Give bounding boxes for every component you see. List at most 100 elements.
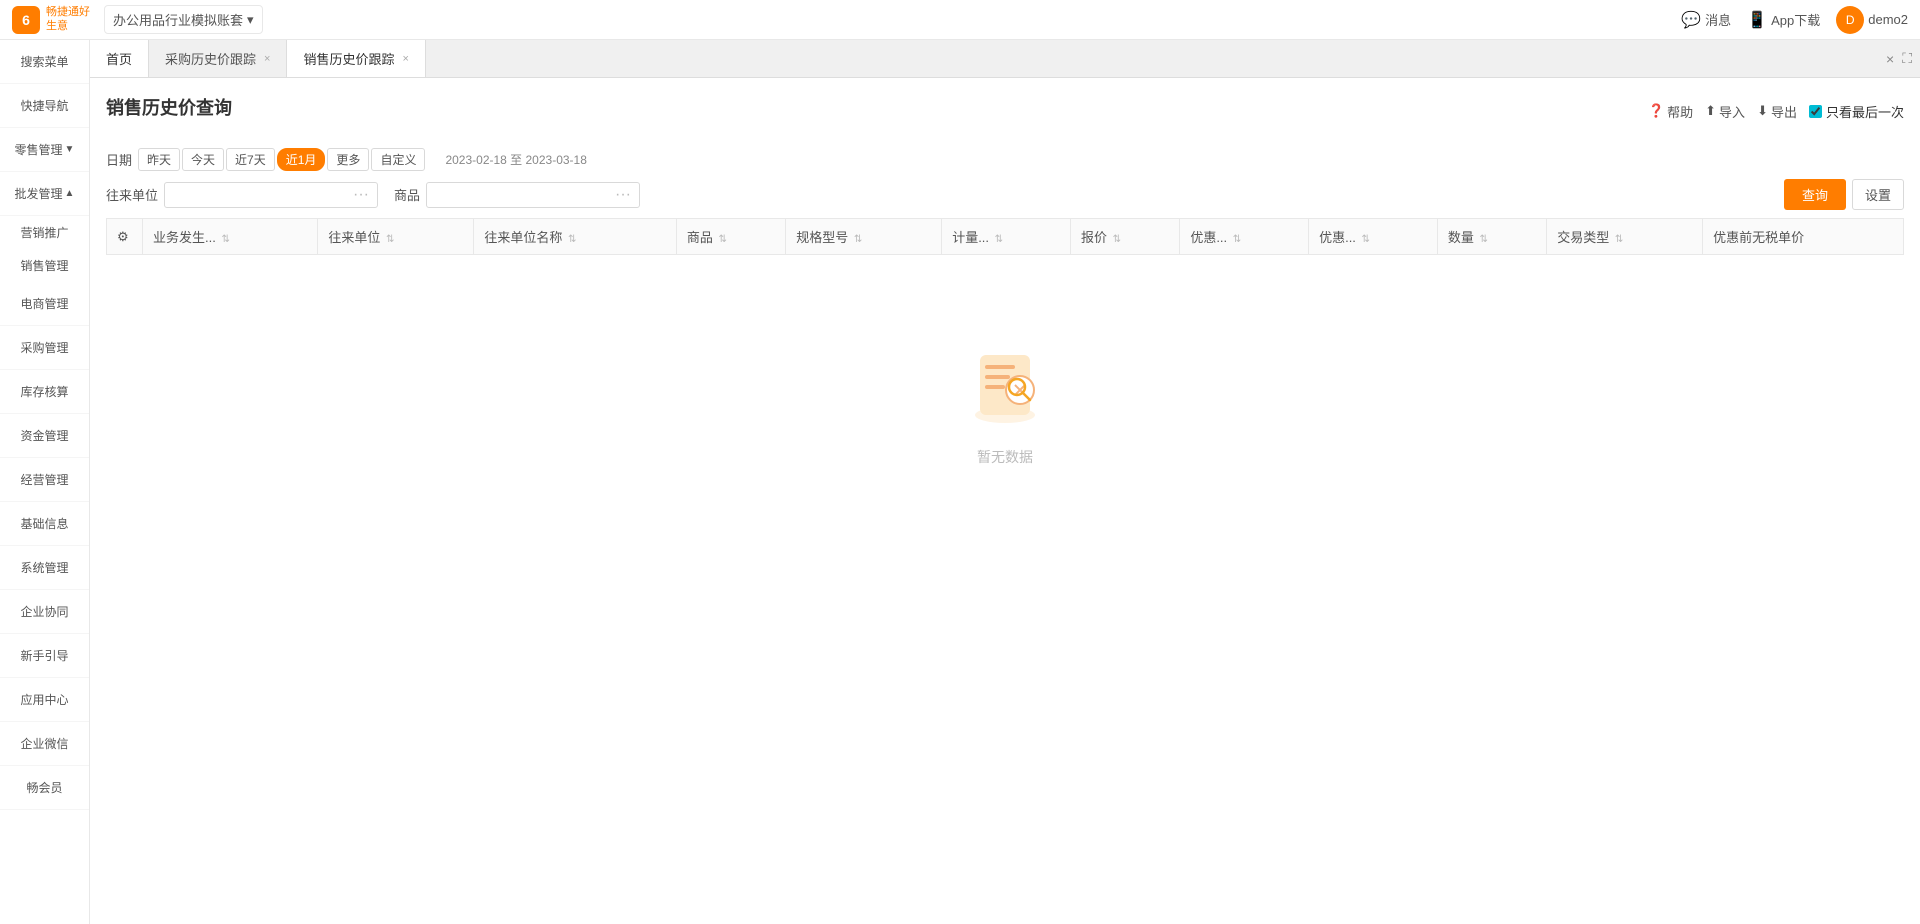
page-content: 销售历史价查询 ❓ 帮助 ⬆ 导入 ⬇ 导出 (90, 78, 1920, 924)
col-unit[interactable]: 计量... ⇅ (942, 219, 1071, 255)
top-action-bar: ❓ 帮助 ⬆ 导入 ⬇ 导出 只看最后一次 (1648, 102, 1904, 121)
col-product[interactable]: 商品 ⇅ (676, 219, 785, 255)
sidebar-item-label: 应用中心 (20, 691, 68, 708)
col-quote[interactable]: 报价 ⇅ (1070, 219, 1179, 255)
page-title: 销售历史价查询 (106, 94, 232, 120)
sidebar-item-retail-mgmt[interactable]: 零售管理 ▼ (0, 128, 89, 172)
sidebar-item-sales-mgmt[interactable]: 销售管理 (0, 249, 89, 282)
sidebar-item-basic-info[interactable]: 基础信息 (0, 502, 89, 546)
sidebar-item-wholesale-mgmt[interactable]: 批发管理 ▲ (0, 172, 89, 216)
tab-bar: 首页 采购历史价跟踪 × 销售历史价跟踪 × × ⛶ (90, 40, 1920, 78)
table-settings-col[interactable]: ⚙ (107, 219, 143, 255)
help-button[interactable]: ❓ 帮助 (1648, 102, 1693, 121)
date-btn-last1m[interactable]: 近1月 (277, 148, 326, 171)
sidebar-item-search-menu[interactable]: 搜索菜单 (0, 40, 89, 84)
date-btn-custom[interactable]: 自定义 (371, 148, 425, 171)
date-btn-yesterday[interactable]: 昨天 (138, 148, 180, 171)
import-icon: ⬆ (1705, 103, 1716, 119)
col-spec[interactable]: 规格型号 ⇅ (786, 219, 942, 255)
avatar: D (1836, 6, 1864, 34)
date-btn-today[interactable]: 今天 (182, 148, 224, 171)
col-quantity[interactable]: 数量 ⇅ (1437, 219, 1546, 255)
user-name: demo2 (1868, 12, 1908, 27)
tab-maximize-button[interactable]: ⛶ (1902, 50, 1912, 67)
product-label: 商品 (394, 185, 420, 204)
filter-bar: 日期 昨天 今天 近7天 近1月 更多 自定义 2023-02-18 至 202… (106, 148, 1904, 171)
empty-text: 暂无数据 (977, 447, 1033, 467)
dropdown-icon: ▾ (247, 12, 254, 28)
tab-sales-history-close[interactable]: × (402, 53, 408, 65)
sidebar-item-purchase-mgmt[interactable]: 采购管理 (0, 326, 89, 370)
top-header: 6 畅捷通好生意 办公用品行业模拟账套 ▾ 💬 消息 📱 App下载 D dem… (0, 0, 1920, 40)
tab-sales-history[interactable]: 销售历史价跟踪 × (287, 40, 425, 77)
col-customer-name[interactable]: 往来单位名称 ⇅ (474, 219, 677, 255)
only-last-checkbox-wrap[interactable]: 只看最后一次 (1809, 102, 1904, 121)
sidebar-item-marketing[interactable]: 营销推广 (0, 216, 89, 249)
sidebar-item-system-mgmt[interactable]: 系统管理 (0, 546, 89, 590)
header-right: 💬 消息 📱 App下载 D demo2 (1681, 6, 1908, 34)
app-download-action[interactable]: 📱 App下载 (1747, 10, 1820, 30)
customer-input[interactable] (173, 187, 349, 202)
sidebar-item-ops-mgmt[interactable]: 经营管理 (0, 458, 89, 502)
product-filter-group: 商品 ··· (394, 182, 640, 208)
sidebar-item-enterprise-collab[interactable]: 企业协同 (0, 590, 89, 634)
tab-home[interactable]: 首页 (90, 40, 149, 77)
import-label: 导入 (1719, 102, 1745, 121)
product-selector[interactable]: 办公用品行业模拟账套 ▾ (104, 5, 263, 34)
user-action[interactable]: D demo2 (1836, 6, 1908, 34)
sidebar-item-app-center[interactable]: 应用中心 (0, 678, 89, 722)
message-action[interactable]: 💬 消息 (1681, 10, 1731, 30)
date-label: 日期 (106, 150, 132, 169)
col-discount2[interactable]: 优惠... ⇅ (1309, 219, 1438, 255)
message-icon: 💬 (1681, 10, 1701, 30)
col-discount1[interactable]: 优惠... ⇅ (1180, 219, 1309, 255)
sidebar-item-label: 基础信息 (20, 515, 68, 532)
tab-purchase-history[interactable]: 采购历史价跟踪 × (149, 40, 287, 77)
filter-bar-2: 往来单位 ··· 商品 ··· 查询 设置 (106, 179, 1904, 210)
import-button[interactable]: ⬆ 导入 (1705, 102, 1745, 121)
sidebar-item-label: 营销推广 (20, 226, 68, 240)
col-trade-type[interactable]: 交易类型 ⇅ (1547, 219, 1703, 255)
query-button[interactable]: 查询 (1784, 179, 1846, 210)
settings-button[interactable]: 设置 (1852, 179, 1904, 210)
sidebar-item-inventory[interactable]: 库存核算 (0, 370, 89, 414)
date-btn-last7[interactable]: 近7天 (226, 148, 275, 171)
date-btn-more[interactable]: 更多 (327, 148, 369, 171)
table-header-row: ⚙ 业务发生... ⇅ 往来单位 ⇅ 往来单位名称 ⇅ 商品 ⇅ 规格型号 ⇅ … (107, 219, 1904, 255)
col-customer-code[interactable]: 往来单位 ⇅ (318, 219, 474, 255)
header-left: 6 畅捷通好生意 办公用品行业模拟账套 ▾ (12, 5, 263, 34)
tab-close-all-button[interactable]: × (1886, 51, 1894, 67)
customer-input-dots[interactable]: ··· (353, 186, 369, 204)
customer-input-wrap: ··· (164, 182, 378, 208)
date-filter-group: 日期 昨天 今天 近7天 近1月 更多 自定义 (106, 148, 425, 171)
sidebar-item-label: 畅会员 (26, 779, 62, 796)
date-options: 昨天 今天 近7天 近1月 更多 自定义 (138, 148, 425, 171)
col-pre-tax-price[interactable]: 优惠前无税单价 (1703, 219, 1904, 255)
sidebar-item-member[interactable]: 畅会员 (0, 766, 89, 810)
sidebar-item-quick-nav[interactable]: 快捷导航 (0, 84, 89, 128)
sidebar-item-ecommerce-mgmt[interactable]: 电商管理 (0, 282, 89, 326)
only-last-checkbox[interactable] (1809, 105, 1822, 118)
empty-icon (955, 335, 1055, 435)
sidebar-item-newbie-guide[interactable]: 新手引导 (0, 634, 89, 678)
tab-purchase-history-close[interactable]: × (264, 53, 270, 65)
sidebar-item-enterprise-wechat[interactable]: 企业微信 (0, 722, 89, 766)
chevron-up-icon: ▲ (65, 188, 75, 199)
product-input[interactable] (435, 187, 611, 202)
product-input-dots[interactable]: ··· (615, 186, 631, 204)
help-icon: ❓ (1648, 103, 1664, 119)
date-range-text: 2023-02-18 至 2023-03-18 (445, 151, 586, 168)
data-table: ⚙ 业务发生... ⇅ 往来单位 ⇅ 往来单位名称 ⇅ 商品 ⇅ 规格型号 ⇅ … (106, 218, 1904, 255)
export-button[interactable]: ⬇ 导出 (1757, 102, 1797, 121)
col-biz-date[interactable]: 业务发生... ⇅ (143, 219, 318, 255)
sidebar-item-label: 销售管理 (20, 259, 68, 273)
logo-area: 6 畅捷通好生意 (12, 6, 96, 34)
customer-filter-group: 往来单位 ··· (106, 182, 378, 208)
only-last-label: 只看最后一次 (1826, 102, 1904, 121)
logo-text: 畅捷通好生意 (46, 6, 96, 32)
sidebar-item-label: 系统管理 (20, 559, 68, 576)
product-input-wrap: ··· (426, 182, 640, 208)
sidebar-item-finance-mgmt[interactable]: 资金管理 (0, 414, 89, 458)
sidebar-item-label: 企业协同 (20, 603, 68, 620)
tab-sales-history-label: 销售历史价跟踪 (303, 49, 394, 68)
